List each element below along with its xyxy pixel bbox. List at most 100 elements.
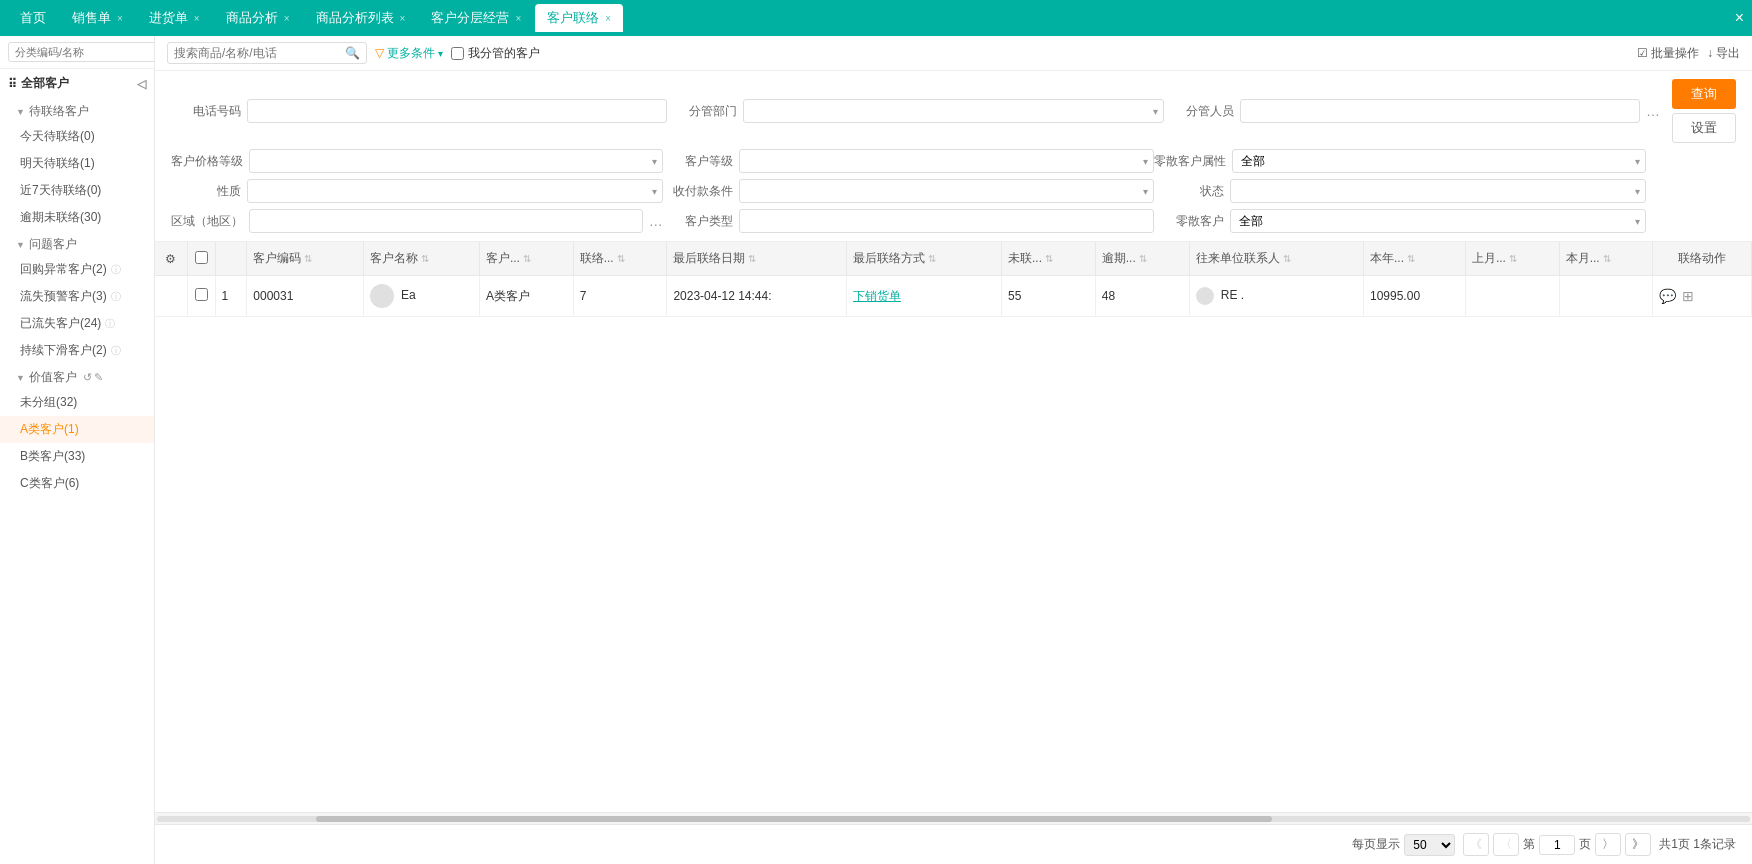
sidebar-group-pending[interactable]: ▼ 待联络客户 xyxy=(0,98,154,123)
footer-page-input[interactable] xyxy=(1539,835,1575,855)
table-gear-col[interactable]: ⚙ xyxy=(155,242,187,276)
row-checkbox[interactable] xyxy=(195,288,208,301)
top-nav-close-all[interactable]: × xyxy=(1735,9,1744,27)
sidebar-group-problem[interactable]: ▼ 问题客户 xyxy=(0,231,154,256)
sort-icon-unit: ⇅ xyxy=(1283,253,1291,264)
my-customer-checkbox-label[interactable]: 我分管的客户 xyxy=(451,45,540,62)
row-contact: 7 xyxy=(573,276,667,317)
sidebar-item-repurchase-abnormal[interactable]: 回购异常客户(2) ⓘ xyxy=(0,256,154,283)
more-filter-button[interactable]: ▽ 更多条件 ▾ xyxy=(375,45,443,62)
table-last-month-col[interactable]: 上月... ⇅ xyxy=(1465,242,1559,276)
sidebar-item-7days[interactable]: 近7天待联络(0) xyxy=(0,177,154,204)
nav-customer-segment-close[interactable]: × xyxy=(515,13,521,24)
sidebar-item-today[interactable]: 今天待联络(0) xyxy=(0,123,154,150)
filter-person-dots[interactable]: … xyxy=(1646,103,1660,119)
sidebar-group-value[interactable]: ▼ 价值客户 ↺ ✎ xyxy=(0,364,154,389)
row-chat-icon[interactable]: 💬 xyxy=(1659,288,1676,304)
search-icon[interactable]: 🔍 xyxy=(345,46,360,60)
table-select-all[interactable] xyxy=(195,251,208,264)
nav-customer-contact-label: 客户联络 xyxy=(547,9,599,27)
nav-purchase-close[interactable]: × xyxy=(194,13,200,24)
filter-region-input[interactable] xyxy=(249,209,643,233)
filter-row-1: 电话号码 分管部门 ▾ 分管人员 … xyxy=(171,79,1736,143)
table-unit-contact-col[interactable]: 往来单位联系人 ⇅ xyxy=(1189,242,1364,276)
footer-page-size-select[interactable]: 50 100 xyxy=(1404,834,1455,856)
filter-payment-label: 收付款条件 xyxy=(663,183,733,200)
filter-phone-input[interactable] xyxy=(247,99,667,123)
nav-customer-segment[interactable]: 客户分层经营 × xyxy=(419,4,533,32)
filter-person-input[interactable] xyxy=(1240,99,1640,123)
filter-customer-type-input[interactable] xyxy=(739,209,1155,233)
sidebar-item-class-b[interactable]: B类客户(33) xyxy=(0,443,154,470)
sidebar-item-decline[interactable]: 持续下滑客户(2) ⓘ xyxy=(0,337,154,364)
footer-prev-page-button[interactable]: 〈 xyxy=(1493,833,1519,856)
sidebar-item-class-c[interactable]: C类客户(6) xyxy=(0,470,154,497)
search-input[interactable] xyxy=(174,46,341,60)
sidebar-all-customers[interactable]: ⠿ 全部客户 ◁ xyxy=(0,69,154,98)
footer-last-page-button[interactable]: 》 xyxy=(1625,833,1651,856)
sidebar-collapse-icon[interactable]: ◁ xyxy=(137,77,146,91)
row-uncontacted: 55 xyxy=(1002,276,1096,317)
table-code-col[interactable]: 客户编码 ⇅ xyxy=(247,242,363,276)
info-icon-1[interactable]: ⓘ xyxy=(111,263,121,277)
nav-home[interactable]: 首页 xyxy=(8,4,58,32)
nav-product-analysis[interactable]: 商品分析 × xyxy=(214,4,302,32)
sidebar-search-input[interactable] xyxy=(8,42,155,62)
search-wrap: 🔍 xyxy=(167,42,367,64)
sidebar-item-tomorrow[interactable]: 明天待联络(1) xyxy=(0,150,154,177)
sidebar-item-overdue[interactable]: 逾期未联络(30) xyxy=(0,204,154,231)
sidebar-item-unclassified[interactable]: 未分组(32) xyxy=(0,389,154,416)
filter-nature-select[interactable] xyxy=(247,179,663,203)
batch-op-button[interactable]: ☑ 批量操作 xyxy=(1637,45,1699,62)
filter-scatter-attr-select[interactable]: 全部 xyxy=(1232,149,1646,173)
sidebar-item-loss-warning[interactable]: 流失预警客户(3) ⓘ xyxy=(0,283,154,310)
table-this-year-col[interactable]: 本年... ⇅ xyxy=(1364,242,1466,276)
row-grid-icon[interactable]: ⊞ xyxy=(1682,288,1694,304)
nav-sales-close[interactable]: × xyxy=(117,13,123,24)
nav-product-analysis-list-close[interactable]: × xyxy=(400,13,406,24)
table-type-col[interactable]: 客户... ⇅ xyxy=(479,242,573,276)
nav-product-analysis-list[interactable]: 商品分析列表 × xyxy=(304,4,418,32)
sidebar-group-value-label: 价值客户 xyxy=(29,369,77,386)
export-button[interactable]: ↓ 导出 xyxy=(1707,45,1740,62)
refresh-icon[interactable]: ↺ xyxy=(83,371,92,384)
info-icon-2[interactable]: ⓘ xyxy=(111,290,121,304)
row-last-method-link[interactable]: 下销货单 xyxy=(853,289,901,303)
table-this-month-col[interactable]: 本月... ⇅ xyxy=(1559,242,1653,276)
nav-sales[interactable]: 销售单 × xyxy=(60,4,135,32)
my-customer-checkbox[interactable] xyxy=(451,47,464,60)
nav-customer-contact[interactable]: 客户联络 × xyxy=(535,4,623,32)
edit-icon[interactable]: ✎ xyxy=(94,371,103,384)
horizontal-scrollbar[interactable] xyxy=(155,812,1752,824)
query-button[interactable]: 查询 xyxy=(1672,79,1736,109)
info-icon-4[interactable]: ⓘ xyxy=(111,344,121,358)
nav-product-analysis-close[interactable]: × xyxy=(284,13,290,24)
filter-status-select[interactable] xyxy=(1230,179,1646,203)
nav-customer-contact-close[interactable]: × xyxy=(605,13,611,24)
footer-next-page-button[interactable]: 〉 xyxy=(1595,833,1621,856)
table-last-method-col[interactable]: 最后联络方式 ⇅ xyxy=(846,242,1001,276)
nav-purchase-label: 进货单 xyxy=(149,9,188,27)
table-uncontacted-col[interactable]: 未联... ⇅ xyxy=(1002,242,1096,276)
table-last-date-col[interactable]: 最后联络日期 ⇅ xyxy=(667,242,847,276)
sidebar-search-area: 🔍 xyxy=(0,36,154,69)
row-last-date: 2023-04-12 14:44: xyxy=(667,276,847,317)
filter-price-level-label: 客户价格等级 xyxy=(171,153,243,170)
filter-phone-label: 电话号码 xyxy=(171,103,241,120)
filter-dept-select[interactable] xyxy=(743,99,1163,123)
footer-page-size: 每页显示 50 100 xyxy=(1352,834,1455,856)
footer-first-page-button[interactable]: 《 xyxy=(1463,833,1489,856)
set-button[interactable]: 设置 xyxy=(1672,113,1736,143)
sidebar-item-lost[interactable]: 已流失客户(24) ⓘ xyxy=(0,310,154,337)
filter-scatter-select[interactable]: 全部 xyxy=(1230,209,1646,233)
table-contact-col[interactable]: 联络... ⇅ xyxy=(573,242,667,276)
nav-purchase[interactable]: 进货单 × xyxy=(137,4,212,32)
filter-price-level-select[interactable] xyxy=(249,149,663,173)
filter-payment-select[interactable] xyxy=(739,179,1155,203)
sidebar-item-class-a[interactable]: A类客户(1) xyxy=(0,416,154,443)
filter-customer-level-select[interactable] xyxy=(739,149,1155,173)
filter-region-dots[interactable]: … xyxy=(649,213,663,229)
table-overdue-col[interactable]: 逾期... ⇅ xyxy=(1095,242,1189,276)
info-icon-3[interactable]: ⓘ xyxy=(105,317,115,331)
table-name-col[interactable]: 客户名称 ⇅ xyxy=(363,242,479,276)
